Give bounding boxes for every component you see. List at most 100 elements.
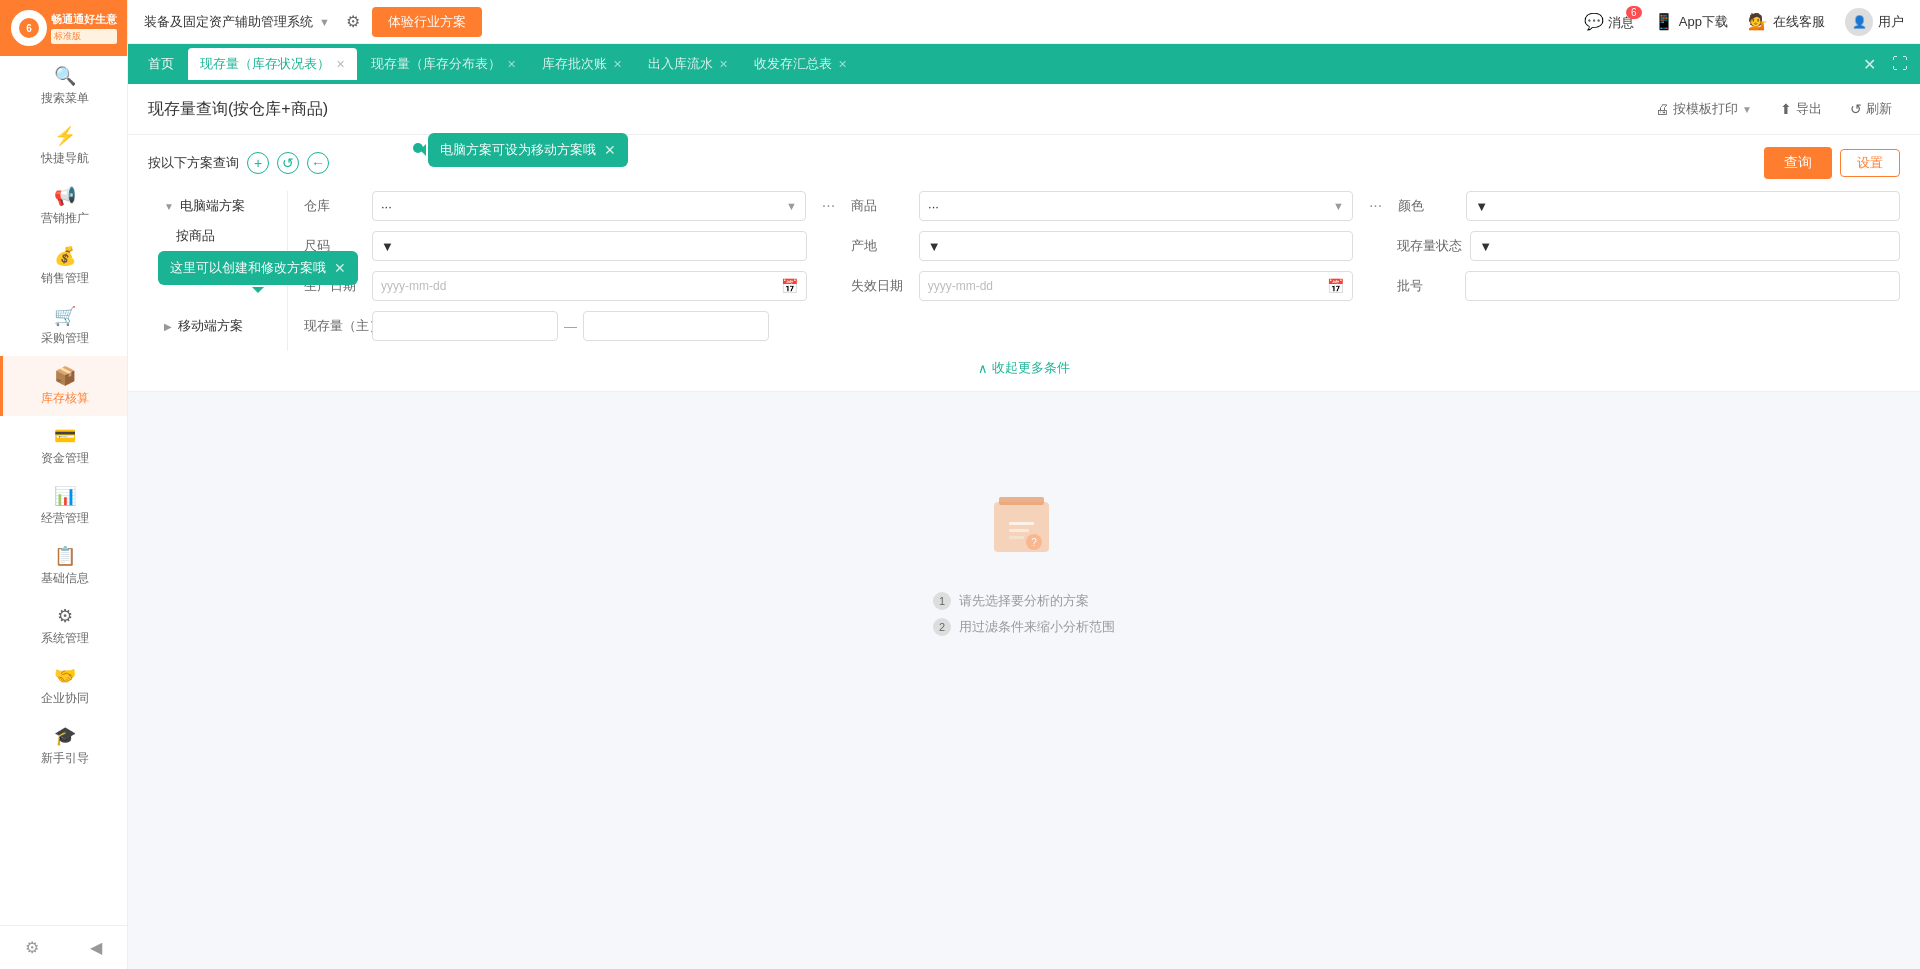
svg-rect-6 xyxy=(1009,536,1024,539)
batch-input[interactable] xyxy=(1465,271,1900,301)
product-dots: ··· xyxy=(928,199,939,214)
sidebar-item-marketing[interactable]: 📢 营销推广 xyxy=(0,176,127,236)
origin-select[interactable]: ▼ xyxy=(919,231,1354,261)
filter-refresh-btn[interactable]: ↺ xyxy=(277,152,299,174)
export-action[interactable]: ⬆ 导出 xyxy=(1772,96,1830,122)
refresh-small-icon: ↺ xyxy=(282,155,294,171)
sidebar-item-sales[interactable]: 💰 销售管理 xyxy=(0,236,127,296)
sidebar-bottom: ⚙ ◀ xyxy=(0,925,127,969)
tab-close-icon[interactable]: ✕ xyxy=(613,58,622,71)
sidebar-item-label: 资金管理 xyxy=(41,450,89,467)
scheme-by-product[interactable]: 按商品 xyxy=(148,221,287,251)
product-select[interactable]: ··· ▼ xyxy=(919,191,1353,221)
stock-status-label: 现存量状态 xyxy=(1397,237,1462,255)
refresh-action[interactable]: ↺ 刷新 xyxy=(1842,96,1900,122)
tab-stock-flow[interactable]: 出入库流水 ✕ xyxy=(636,48,740,80)
stock-amount-min-input[interactable] xyxy=(372,311,558,341)
filter-add-btn[interactable]: + xyxy=(247,152,269,174)
set-button[interactable]: 设置 xyxy=(1840,149,1900,177)
stock-status-select[interactable]: ▼ xyxy=(1470,231,1900,261)
tab-stock-status[interactable]: 现存量（库存状况表） ✕ xyxy=(188,48,357,80)
app-download-action[interactable]: 📱 App下载 xyxy=(1654,12,1728,31)
message-action[interactable]: 💬 消息 6 xyxy=(1584,12,1634,32)
create-tooltip-text: 这里可以创建和修改方案哦 xyxy=(170,259,326,277)
create-tooltip-close[interactable]: ✕ xyxy=(334,260,346,276)
topbar-settings-icon[interactable]: ⚙ xyxy=(346,12,360,31)
settings-bottom-icon[interactable]: ⚙ xyxy=(25,938,39,957)
topbar-right: 💬 消息 6 📱 App下载 💁 在线客服 👤 用户 xyxy=(1584,8,1904,36)
tip-num-2: 2 xyxy=(933,618,951,636)
tab-home-label: 首页 xyxy=(148,56,174,71)
print-label: 按模板打印 xyxy=(1673,100,1738,118)
product-extra-dots[interactable]: ··· xyxy=(1365,197,1386,215)
enterprise-icon: 🤝 xyxy=(54,665,76,687)
sidebar-item-quick-nav[interactable]: ⚡ 快捷导航 xyxy=(0,116,127,176)
topbar: 装备及固定资产辅助管理系统 ▼ ⚙ 体验行业方案 💬 消息 6 📱 App下载 … xyxy=(128,0,1920,44)
filter-back-btn[interactable]: ← xyxy=(307,152,329,174)
tab-fullscreen-icon[interactable]: ⛶ xyxy=(1888,51,1912,77)
mobile-scheme-group[interactable]: ▶ 移动端方案 xyxy=(148,311,287,341)
scheme-tooltip-text: 电脑方案可设为移动方案哦 xyxy=(440,141,596,159)
marketing-icon: 📢 xyxy=(54,185,76,207)
tab-stock-dist-label: 现存量（库存分布表） xyxy=(371,55,501,73)
collapse-button[interactable]: ∧ 收起更多条件 xyxy=(148,351,1900,385)
service-icon: 💁 xyxy=(1748,12,1768,31)
sidebar-logo: 6 畅通通好生意 标准版 xyxy=(0,0,127,56)
sidebar-item-stock[interactable]: 📦 库存核算 xyxy=(0,356,127,416)
quick-nav-icon: ⚡ xyxy=(54,125,76,147)
user-label: 用户 xyxy=(1878,13,1904,31)
color-select[interactable]: ▼ xyxy=(1466,191,1900,221)
operations-icon: 📊 xyxy=(54,485,76,507)
tab-close-icon[interactable]: ✕ xyxy=(838,58,847,71)
sidebar-item-label: 经营管理 xyxy=(41,510,89,527)
size-select[interactable]: ▼ xyxy=(372,231,807,261)
system-selector[interactable]: 装备及固定资产辅助管理系统 ▼ xyxy=(144,13,330,31)
query-button[interactable]: 查询 xyxy=(1764,147,1832,179)
industry-button[interactable]: 体验行业方案 xyxy=(372,7,482,37)
sidebar-nav: 🔍 搜索菜单 ⚡ 快捷导航 📢 营销推广 💰 销售管理 🛒 采购管理 📦 库存核… xyxy=(0,56,127,925)
tab-close-icon[interactable]: ✕ xyxy=(507,58,516,71)
sidebar-item-label: 采购管理 xyxy=(41,330,89,347)
stock-amount-max-input[interactable] xyxy=(583,311,769,341)
page-title: 现存量查询(按仓库+商品) xyxy=(148,99,328,120)
sidebar-item-system[interactable]: ⚙ 系统管理 xyxy=(0,596,127,656)
filter-row-3: 生产日期 yyyy-mm-dd 📅 失效日期 yyyy-mm-dd 📅 xyxy=(304,271,1900,301)
tab-home[interactable]: 首页 xyxy=(136,55,186,73)
tab-close-icon[interactable]: ✕ xyxy=(719,58,728,71)
tab-close-all-icon[interactable]: ✕ xyxy=(1859,51,1880,78)
tab-stock-dist[interactable]: 现存量（库存分布表） ✕ xyxy=(359,48,528,80)
sidebar-item-guide[interactable]: 🎓 新手引导 xyxy=(0,716,127,776)
print-icon: 🖨 xyxy=(1655,101,1669,117)
produce-date-input[interactable]: yyyy-mm-dd 📅 xyxy=(372,271,807,301)
sidebar-item-search[interactable]: 🔍 搜索菜单 xyxy=(0,56,127,116)
desktop-scheme-group[interactable]: ▼ 电脑端方案 xyxy=(148,191,287,221)
color-label: 颜色 xyxy=(1398,197,1458,215)
scheme-tooltip-close[interactable]: ✕ xyxy=(604,142,616,158)
expire-date-input[interactable]: yyyy-mm-dd 📅 xyxy=(919,271,1354,301)
tab-close-icon[interactable]: ✕ xyxy=(336,58,345,71)
sidebar-item-enterprise[interactable]: 🤝 企业协同 xyxy=(0,656,127,716)
warehouse-select[interactable]: ··· ▼ xyxy=(372,191,806,221)
create-tooltip: 这里可以创建和修改方案哦 ✕ xyxy=(158,251,358,285)
back-icon: ← xyxy=(311,155,325,171)
sidebar-item-basic[interactable]: 📋 基础信息 xyxy=(0,536,127,596)
online-service-action[interactable]: 💁 在线客服 xyxy=(1748,12,1825,31)
collapse-icon[interactable]: ◀ xyxy=(90,938,102,957)
scheme-panel: ▼ 电脑端方案 按商品 这里可以创建和修改方案哦 ✕ ▶ 移动端方案 xyxy=(148,191,288,351)
tab-stock-summary[interactable]: 收发存汇总表 ✕ xyxy=(742,48,859,80)
print-action[interactable]: 🖨 按模板打印 ▼ xyxy=(1647,96,1760,122)
product-chevron-icon: ▼ xyxy=(1333,200,1344,212)
sidebar-item-operations[interactable]: 📊 经营管理 xyxy=(0,476,127,536)
tab-stock-batch[interactable]: 库存批次账 ✕ xyxy=(530,48,634,80)
sidebar-item-finance[interactable]: 💳 资金管理 xyxy=(0,416,127,476)
size-filter: 尺码 ▼ xyxy=(304,231,807,261)
warehouse-dots: ··· xyxy=(381,199,392,214)
warehouse-extra-dots[interactable]: ··· xyxy=(818,197,839,215)
refresh-icon: ↺ xyxy=(1850,101,1862,117)
chevron-down-icon: ▼ xyxy=(319,16,330,28)
sidebar-item-purchase[interactable]: 🛒 采购管理 xyxy=(0,296,127,356)
user-action[interactable]: 👤 用户 xyxy=(1845,8,1904,36)
tab-stock-summary-label: 收发存汇总表 xyxy=(754,55,832,73)
empty-tip-2: 2 用过滤条件来缩小分析范围 xyxy=(933,618,1115,636)
scheme-product-name: 按商品 xyxy=(176,227,215,245)
